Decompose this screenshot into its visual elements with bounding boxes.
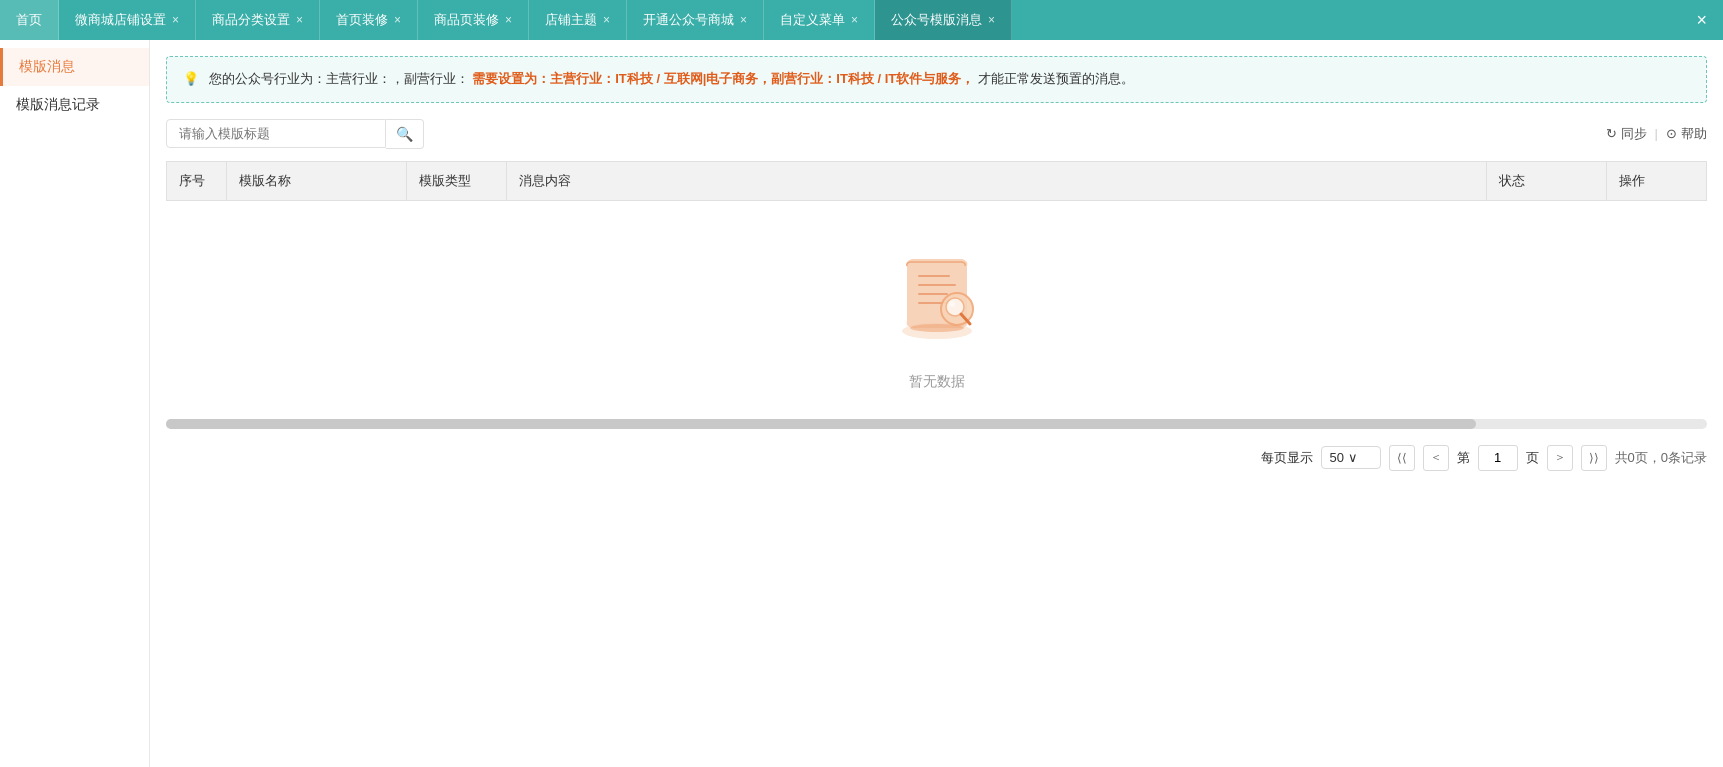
per-page-value: 50 — [1330, 450, 1344, 465]
main-layout: 模版消息 模版消息记录 💡 您的公众号行业为：主营行业：，副营行业： 需要设置为… — [0, 40, 1723, 767]
last-page-button[interactable]: ⟩⟩ — [1581, 445, 1607, 471]
pagination: 每页显示 50 ∨ ⟨⟨ ＜ 第 页 ＞ ⟩⟩ 共0页，0条记录 — [166, 437, 1707, 479]
alert-box: 💡 您的公众号行业为：主营行业：，副营行业： 需要设置为：主营行业：IT科技 /… — [166, 56, 1707, 103]
nav-close-store-settings[interactable]: × — [172, 13, 179, 27]
nav-item-home[interactable]: 首页 — [0, 0, 59, 40]
col-index: 序号 — [167, 161, 227, 200]
col-status: 状态 — [1487, 161, 1607, 200]
nav-item-theme[interactable]: 店铺主题 × — [529, 0, 627, 40]
empty-illustration — [877, 241, 997, 361]
nav-item-product-decor[interactable]: 商品页装修 × — [418, 0, 529, 40]
nav-close-all-button[interactable]: × — [1680, 0, 1723, 40]
nav-label-home-decor: 首页装修 — [336, 11, 388, 29]
search-button[interactable]: 🔍 — [386, 119, 424, 149]
nav-label-category: 商品分类设置 — [212, 11, 290, 29]
top-nav: 首页 微商城店铺设置 × 商品分类设置 × 首页装修 × 商品页装修 × 店铺主… — [0, 0, 1723, 40]
sync-button[interactable]: ↻ 同步 — [1606, 125, 1647, 143]
nav-close-template-msg[interactable]: × — [988, 13, 995, 27]
alert-icon: 💡 — [183, 71, 199, 86]
per-page-select[interactable]: 50 ∨ — [1321, 446, 1381, 469]
col-name: 模版名称 — [227, 161, 407, 200]
search-bar: 🔍 ↻ 同步 | ⊙ 帮助 — [166, 119, 1707, 149]
empty-text: 暂无数据 — [909, 373, 965, 391]
search-input[interactable] — [166, 119, 386, 148]
nav-close-mall[interactable]: × — [740, 13, 747, 27]
help-icon: ⊙ — [1666, 126, 1677, 141]
page-suffix-label: 页 — [1526, 449, 1539, 467]
nav-close-home-decor[interactable]: × — [394, 13, 401, 27]
nav-close-theme[interactable]: × — [603, 13, 610, 27]
col-action: 操作 — [1607, 161, 1707, 200]
alert-highlight: 需要设置为：主营行业：IT科技 / 互联网|电子商务，副营行业：IT科技 / I… — [472, 71, 974, 86]
nav-item-menu[interactable]: 自定义菜单 × — [764, 0, 875, 40]
nav-close-product-decor[interactable]: × — [505, 13, 512, 27]
first-page-button[interactable]: ⟨⟨ — [1389, 445, 1415, 471]
content-area: 💡 您的公众号行业为：主营行业：，副营行业： 需要设置为：主营行业：IT科技 /… — [150, 40, 1723, 767]
empty-state: 暂无数据 — [167, 201, 1707, 411]
nav-label-home: 首页 — [16, 11, 42, 29]
nav-item-template-msg[interactable]: 公众号模版消息 × — [875, 0, 1012, 40]
sync-icon: ↻ — [1606, 126, 1617, 141]
sync-label: 同步 — [1621, 125, 1647, 143]
total-info: 共0页，0条记录 — [1615, 449, 1707, 467]
sidebar: 模版消息 模版消息记录 — [0, 40, 150, 767]
nav-label-theme: 店铺主题 — [545, 11, 597, 29]
svg-point-9 — [949, 301, 955, 307]
prev-page-button[interactable]: ＜ — [1423, 445, 1449, 471]
per-page-dropdown-icon: ∨ — [1348, 450, 1358, 465]
nav-label-product-decor: 商品页装修 — [434, 11, 499, 29]
search-right-actions: ↻ 同步 | ⊙ 帮助 — [1606, 125, 1707, 143]
data-table: 序号 模版名称 模版类型 消息内容 状态 操作 — [166, 161, 1707, 411]
horizontal-scrollbar[interactable] — [166, 419, 1707, 429]
page-number-input[interactable] — [1478, 445, 1518, 471]
help-button[interactable]: ⊙ 帮助 — [1666, 125, 1707, 143]
nav-label-store-settings: 微商城店铺设置 — [75, 11, 166, 29]
sidebar-item-template-msg-records[interactable]: 模版消息记录 — [0, 86, 149, 124]
nav-label-menu: 自定义菜单 — [780, 11, 845, 29]
nav-close-menu[interactable]: × — [851, 13, 858, 27]
search-icon: 🔍 — [396, 126, 413, 142]
page-prefix-label: 第 — [1457, 449, 1470, 467]
nav-close-category[interactable]: × — [296, 13, 303, 27]
alert-prefix: 您的公众号行业为：主营行业：，副营行业： — [209, 71, 469, 86]
sidebar-item-template-msg[interactable]: 模版消息 — [0, 48, 149, 86]
nav-item-category[interactable]: 商品分类设置 × — [196, 0, 320, 40]
nav-label-template-msg: 公众号模版消息 — [891, 11, 982, 29]
last-page-icon: ⟩⟩ — [1589, 451, 1599, 465]
sidebar-label-template-msg: 模版消息 — [19, 58, 75, 74]
col-type: 模版类型 — [407, 161, 507, 200]
alert-suffix: 才能正常发送预置的消息。 — [978, 71, 1134, 86]
empty-state-row: 暂无数据 — [167, 200, 1707, 411]
per-page-label: 每页显示 — [1261, 449, 1313, 467]
sidebar-label-template-msg-records: 模版消息记录 — [16, 96, 100, 112]
table-header-row: 序号 模版名称 模版类型 消息内容 状态 操作 — [167, 161, 1707, 200]
scroll-thumb[interactable] — [166, 419, 1476, 429]
nav-item-home-decor[interactable]: 首页装修 × — [320, 0, 418, 40]
col-content: 消息内容 — [507, 161, 1487, 200]
next-page-icon: ＞ — [1554, 449, 1566, 466]
nav-label-mall: 开通公众号商城 — [643, 11, 734, 29]
prev-page-icon: ＜ — [1430, 449, 1442, 466]
divider: | — [1655, 126, 1658, 141]
help-label: 帮助 — [1681, 125, 1707, 143]
first-page-icon: ⟨⟨ — [1397, 451, 1407, 465]
nav-item-store-settings[interactable]: 微商城店铺设置 × — [59, 0, 196, 40]
nav-item-mall[interactable]: 开通公众号商城 × — [627, 0, 764, 40]
next-page-button[interactable]: ＞ — [1547, 445, 1573, 471]
